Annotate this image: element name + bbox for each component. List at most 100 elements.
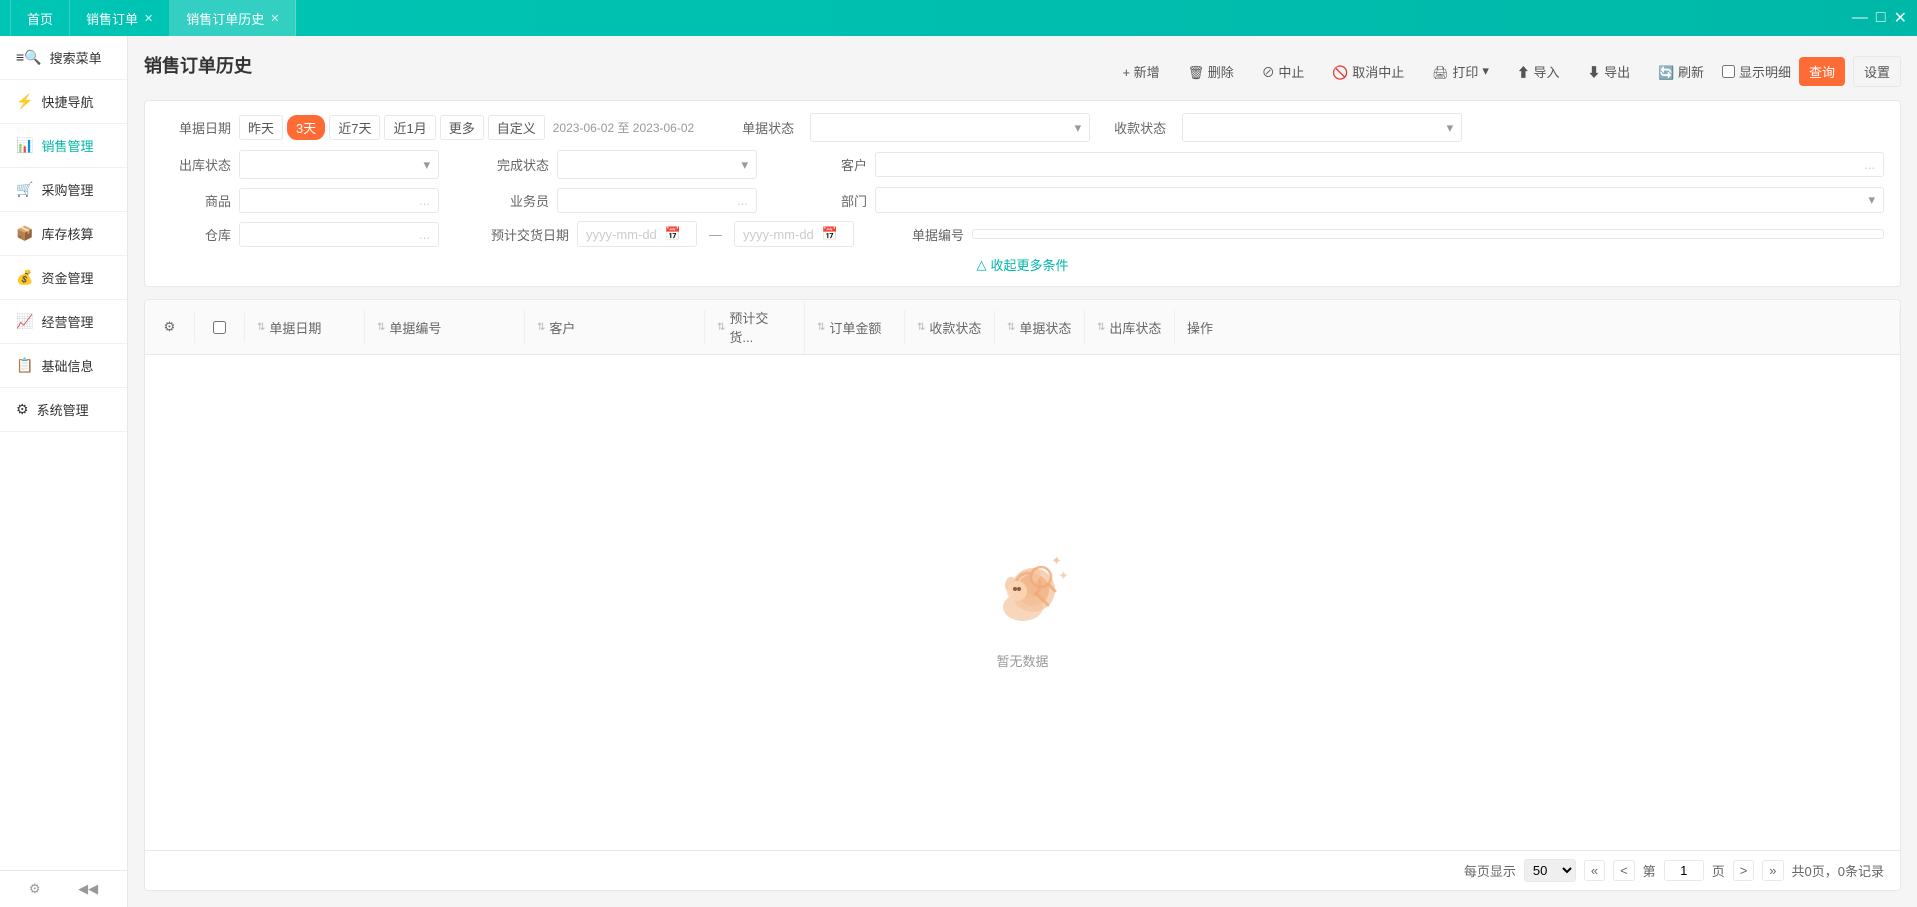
page-size-select[interactable]: 50 20 100 bbox=[1524, 859, 1576, 882]
sidebar-item-purchase-mgmt[interactable]: 🛒 采购管理 bbox=[0, 168, 127, 212]
warehouse-dots-icon[interactable]: ... bbox=[419, 227, 430, 242]
sidebar-item-system-mgmt[interactable]: ⚙ 系统管理 bbox=[0, 388, 127, 432]
prev-page-btn[interactable]: < bbox=[1613, 860, 1635, 881]
svg-text:✦: ✦ bbox=[1051, 553, 1062, 568]
sidebar-item-inventory[interactable]: 📦 库存核算 bbox=[0, 212, 127, 256]
filter-row-2: 出库状态 完成状态 客户 ... bbox=[161, 150, 1884, 179]
close-tab-sales-history[interactable]: ✕ bbox=[270, 12, 279, 25]
dept-label: 部门 bbox=[797, 191, 867, 210]
import-btn[interactable]: ⬆ 导入 bbox=[1507, 57, 1570, 86]
customer-input[interactable]: ... bbox=[875, 152, 1884, 177]
dept-dropdown-icon bbox=[1868, 192, 1875, 208]
date-filter-control: 昨天 3天 近7天 近1月 更多 自定义 bbox=[239, 115, 694, 140]
th-checkbox[interactable] bbox=[195, 313, 245, 342]
customer-dots-icon[interactable]: ... bbox=[1864, 157, 1875, 172]
th-status[interactable]: ⇅ 单据状态 bbox=[995, 310, 1085, 345]
top-bar: 首页 销售订单 ✕ 销售订单历史 ✕ — □ ✕ bbox=[0, 0, 1917, 36]
page-label-prefix: 第 bbox=[1643, 861, 1656, 880]
complete-status-dropdown-icon bbox=[741, 157, 748, 173]
delivery-date-end[interactable]: yyyy-mm-dd 📅 bbox=[734, 221, 854, 247]
empty-text: 暂无数据 bbox=[996, 651, 1048, 670]
first-page-btn[interactable]: « bbox=[1584, 860, 1605, 881]
bill-status-select[interactable] bbox=[810, 113, 1090, 142]
delete-btn[interactable]: 🗑 删除 bbox=[1178, 57, 1244, 86]
calendar-start-icon[interactable]: 📅 bbox=[665, 226, 681, 242]
bill-no-input[interactable] bbox=[972, 229, 1884, 239]
sidebar-collapse-icon[interactable]: ◀◀ bbox=[78, 881, 98, 897]
close-tab-sales-order[interactable]: ✕ bbox=[144, 12, 153, 25]
th-outstatus[interactable]: ⇅ 出库状态 bbox=[1085, 310, 1175, 345]
display-detail-toggle[interactable]: 显示明细 bbox=[1722, 62, 1791, 81]
dept-select[interactable] bbox=[875, 187, 1884, 213]
out-status-select[interactable] bbox=[239, 150, 439, 179]
finance-icon: 💰 bbox=[16, 269, 33, 286]
date-btn-1month[interactable]: 近1月 bbox=[384, 115, 435, 140]
warehouse-label: 仓库 bbox=[161, 225, 231, 244]
sidebar: ≡🔍 搜索菜单 ⚡ 快捷导航 📊 销售管理 🛒 采购管理 📦 库存核算 💰 资金… bbox=[0, 36, 128, 907]
sort-receipt-icon: ⇅ bbox=[917, 322, 925, 333]
close-btn[interactable]: ✕ bbox=[1894, 8, 1907, 28]
date-btn-custom[interactable]: 自定义 bbox=[488, 115, 545, 140]
sidebar-item-search-menu[interactable]: ≡🔍 搜索菜单 bbox=[0, 36, 127, 80]
tab-sales-history[interactable]: 销售订单历史 ✕ bbox=[170, 0, 296, 36]
receipt-status-label: 收款状态 bbox=[1106, 118, 1166, 137]
date-btn-7days[interactable]: 近7天 bbox=[329, 115, 380, 140]
date-label: 单据日期 bbox=[161, 118, 231, 137]
last-page-btn[interactable]: » bbox=[1762, 860, 1783, 881]
table-settings-icon[interactable]: ⚙ bbox=[164, 319, 176, 335]
empty-state-icon: ✦ ✦ bbox=[973, 535, 1073, 635]
print-btn[interactable]: 🖨 打印 bbox=[1422, 57, 1499, 86]
date-btn-more[interactable]: 更多 bbox=[440, 115, 484, 140]
refresh-btn[interactable]: 🔄 刷新 bbox=[1648, 57, 1714, 86]
sort-date-icon: ⇅ bbox=[257, 322, 265, 333]
sidebar-item-operations[interactable]: 📈 经营管理 bbox=[0, 300, 127, 344]
cancel-stop-btn[interactable]: 🚫 取消中止 bbox=[1322, 57, 1414, 86]
maximize-btn[interactable]: □ bbox=[1876, 9, 1886, 27]
goods-input[interactable]: ... bbox=[239, 188, 439, 213]
basic-info-icon: 📋 bbox=[16, 357, 33, 374]
customer-label: 客户 bbox=[797, 155, 867, 174]
salesperson-dots-icon[interactable]: ... bbox=[737, 193, 748, 208]
current-page-input[interactable] bbox=[1664, 860, 1704, 881]
receipt-status-select[interactable] bbox=[1182, 113, 1462, 142]
sidebar-settings-icon[interactable]: ⚙ bbox=[29, 881, 41, 897]
sales-mgmt-icon: 📊 bbox=[16, 137, 33, 154]
complete-status-select[interactable] bbox=[557, 150, 757, 179]
th-delivery[interactable]: ⇅ 预计交货... bbox=[705, 300, 805, 354]
display-detail-checkbox[interactable] bbox=[1722, 65, 1735, 78]
settings-btn[interactable]: 设置 bbox=[1853, 56, 1901, 87]
th-receipt[interactable]: ⇅ 收款状态 bbox=[905, 310, 995, 345]
calendar-end-icon[interactable]: 📅 bbox=[822, 226, 838, 242]
export-btn[interactable]: ⬇ 导出 bbox=[1578, 57, 1641, 86]
minimize-btn[interactable]: — bbox=[1852, 9, 1868, 27]
th-date[interactable]: ⇅ 单据日期 bbox=[245, 310, 365, 345]
sort-status-icon: ⇅ bbox=[1007, 322, 1015, 333]
th-amount[interactable]: ⇅ 订单金额 bbox=[805, 310, 905, 345]
sidebar-item-sales-mgmt[interactable]: 📊 销售管理 bbox=[0, 124, 127, 168]
th-settings[interactable]: ⚙ bbox=[145, 311, 195, 343]
delivery-date-start[interactable]: yyyy-mm-dd 📅 bbox=[577, 221, 697, 247]
page-label-suffix: 页 bbox=[1712, 861, 1725, 880]
window-controls: — □ ✕ bbox=[1852, 8, 1907, 28]
stop-btn[interactable]: ⊘ 中止 bbox=[1252, 57, 1315, 86]
goods-dots-icon[interactable]: ... bbox=[419, 193, 430, 208]
bill-no-label: 单据编号 bbox=[894, 225, 964, 244]
collapse-btn[interactable]: △ 收起更多条件 bbox=[161, 255, 1884, 274]
next-page-btn[interactable]: > bbox=[1733, 860, 1755, 881]
sidebar-item-quick-nav[interactable]: ⚡ 快捷导航 bbox=[0, 80, 127, 124]
tab-home[interactable]: 首页 bbox=[10, 0, 70, 36]
filter-row-1: 单据日期 昨天 3天 近7天 近1月 更多 bbox=[161, 113, 1884, 142]
warehouse-input[interactable]: ... bbox=[239, 222, 439, 247]
sidebar-item-basic-info[interactable]: 📋 基础信息 bbox=[0, 344, 127, 388]
query-btn[interactable]: 查询 bbox=[1799, 57, 1845, 86]
date-btn-yesterday[interactable]: 昨天 bbox=[239, 115, 283, 140]
th-no[interactable]: ⇅ 单据编号 bbox=[365, 310, 525, 345]
tab-sales-order[interactable]: 销售订单 ✕ bbox=[70, 0, 170, 36]
th-customer[interactable]: ⇅ 客户 bbox=[525, 310, 705, 345]
select-all-checkbox[interactable] bbox=[213, 321, 226, 334]
salesperson-input[interactable]: ... bbox=[557, 188, 757, 213]
sidebar-item-finance[interactable]: 💰 资金管理 bbox=[0, 256, 127, 300]
date-btn-3days[interactable]: 3天 bbox=[287, 115, 325, 140]
bill-status-dropdown-icon bbox=[1075, 120, 1082, 136]
new-btn[interactable]: + 新增 bbox=[1112, 57, 1169, 86]
